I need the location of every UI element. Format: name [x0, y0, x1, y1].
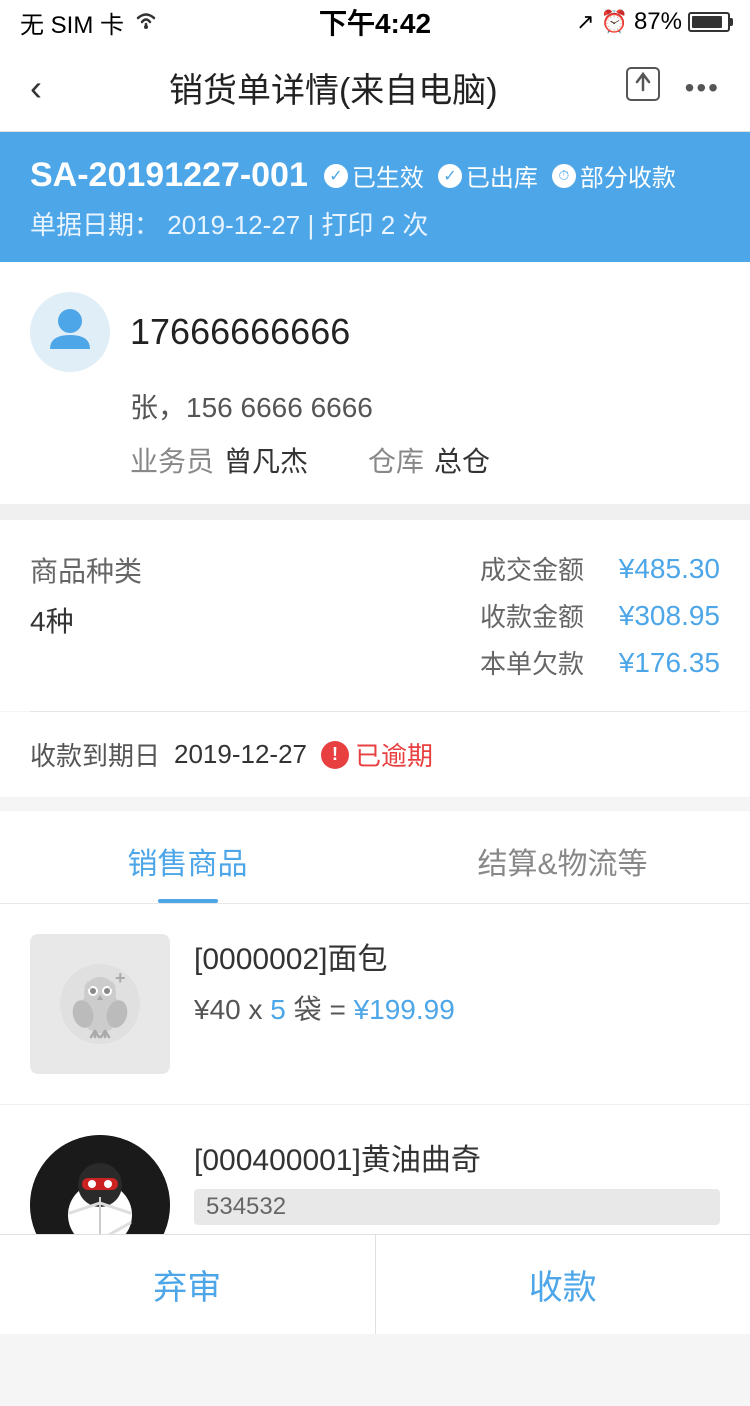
thumb-placeholder-1: + [30, 934, 170, 1074]
order-date-row: 单据日期： 2019-12-27 | 打印 2 次 [30, 205, 720, 242]
product-name-1: [0000002]面包 [194, 934, 720, 978]
customer-section: 17666666666 张，156 6666 6666 业务员 曾凡杰 仓库 总… [0, 262, 750, 504]
wifi-icon [132, 8, 160, 37]
collected-row: 收款金额 ¥308.95 [480, 597, 720, 634]
print-suffix: 次 [402, 210, 428, 240]
owed-value: ¥176.35 [600, 647, 720, 679]
badge-active: ✓ 已生效 [324, 158, 424, 193]
status-bar: 无 SIM 卡 下午4:42 ↗ ⏰ 87% [0, 0, 750, 44]
more-icon[interactable]: ••• [685, 72, 720, 104]
badge-shipped-label: 已出库 [466, 158, 538, 193]
customer-row: 17666666666 [30, 292, 720, 372]
badge-active-label: 已生效 [352, 158, 424, 193]
product-item: + [0000002]面包 ¥40 x 5 袋 = ¥199.99 [0, 904, 750, 1105]
due-section: 收款到期日 2019-12-27 ! 已逾期 [0, 712, 750, 797]
tab-settlement[interactable]: 结算&物流等 [375, 811, 750, 903]
order-date: 2019-12-27 [167, 210, 300, 240]
carrier-text: 无 SIM 卡 [20, 5, 124, 40]
warehouse-label: 仓库 [368, 440, 424, 480]
customer-info-row: 张，156 6666 6666 [30, 386, 720, 426]
alarm-icon: ⏰ [601, 9, 628, 35]
overdue-icon: ! [321, 741, 349, 769]
divider-1 [0, 504, 750, 520]
print-label: | 打印 [307, 210, 373, 240]
avatar [30, 292, 110, 372]
badge-partial: ⏱ 部分收款 [552, 158, 676, 193]
tabs-container: 销售商品 结算&物流等 [0, 811, 750, 904]
due-date: 2019-12-27 [174, 739, 307, 770]
customer-name: 17666666666 [130, 311, 350, 353]
check-icon-2: ✓ [438, 164, 462, 188]
share-icon[interactable] [625, 66, 661, 110]
due-label: 收款到期日 [30, 736, 160, 773]
summary-right: 成交金额 ¥485.30 收款金额 ¥308.95 本单欠款 ¥176.35 [480, 550, 720, 681]
product-name-2: [000400001]黄油曲奇 [194, 1135, 720, 1179]
summary-section: 商品种类 4种 成交金额 ¥485.30 收款金额 ¥308.95 本单欠款 ¥… [0, 520, 750, 711]
status-time: 下午4:42 [319, 2, 431, 42]
staff-label: 业务员 [130, 440, 214, 480]
badge-partial-label: 部分收款 [580, 158, 676, 193]
transaction-row: 成交金额 ¥485.30 [480, 550, 720, 587]
nav-bar: ‹ 销货单详情(来自电脑) ••• [0, 44, 750, 132]
tab-settlement-label: 结算&物流等 [477, 848, 647, 881]
clock-icon: ⏱ [552, 164, 576, 188]
product-sku-tag: 534532 [194, 1189, 720, 1225]
product-info-1: [0000002]面包 ¥40 x 5 袋 = ¥199.99 [194, 934, 720, 1028]
svg-text:+: + [115, 968, 126, 988]
date-label: 单据日期： [30, 210, 160, 240]
print-count: 2 [381, 210, 395, 240]
product-types-label: 商品种类 [30, 550, 142, 590]
collected-label: 收款金额 [480, 597, 584, 634]
staff-name: 曾凡杰 [224, 440, 308, 480]
staff-item: 业务员 曾凡杰 [130, 440, 308, 480]
collect-label: 收款 [529, 1260, 597, 1309]
tab-products[interactable]: 销售商品 [0, 811, 375, 903]
collect-button[interactable]: 收款 [376, 1235, 750, 1334]
order-id: SA-20191227-001 [30, 156, 308, 195]
location-icon: ↗ [576, 9, 594, 35]
owed-row: 本单欠款 ¥176.35 [480, 644, 720, 681]
cancel-label: 弃审 [153, 1260, 221, 1309]
product-qty-1: 5 [270, 994, 286, 1025]
bottom-bar: 弃审 收款 [0, 1234, 750, 1334]
tab-products-label: 销售商品 [128, 848, 248, 881]
overdue-badge: ! 已逾期 [321, 736, 433, 773]
owed-label: 本单欠款 [480, 644, 584, 681]
status-right: ↗ ⏰ 87% [576, 8, 730, 36]
transaction-label: 成交金额 [480, 550, 584, 587]
overdue-text: 已逾期 [355, 736, 433, 773]
order-header-banner: SA-20191227-001 ✓ 已生效 ✓ 已出库 ⏱ 部分收款 单据日期：… [0, 132, 750, 262]
order-id-row: SA-20191227-001 ✓ 已生效 ✓ 已出库 ⏱ 部分收款 [30, 156, 720, 195]
product-multiply-1: x [249, 994, 271, 1025]
transaction-value: ¥485.30 [600, 553, 720, 585]
customer-contact: 张，156 6666 6666 [130, 386, 373, 426]
product-equals-1: = [329, 994, 353, 1025]
cancel-button[interactable]: 弃审 [0, 1235, 376, 1334]
collected-value: ¥308.95 [600, 600, 720, 632]
back-button[interactable]: ‹ [30, 67, 42, 109]
nav-actions: ••• [625, 66, 720, 110]
check-icon-1: ✓ [324, 164, 348, 188]
status-left: 无 SIM 卡 [20, 5, 160, 40]
warehouse-name: 总仓 [434, 440, 490, 480]
product-types-value: 4种 [30, 600, 142, 640]
page-title: 销货单详情(来自电脑) [169, 63, 498, 112]
product-thumb-1: + [30, 934, 170, 1074]
summary-left: 商品种类 4种 [30, 550, 142, 640]
product-total-1: ¥199.99 [354, 994, 455, 1025]
status-badges: ✓ 已生效 ✓ 已出库 ⏱ 部分收款 [324, 158, 676, 193]
product-price-row-1: ¥40 x 5 袋 = ¥199.99 [194, 988, 720, 1028]
battery-percent: 87% [634, 8, 682, 36]
avatar-icon [45, 301, 95, 363]
staff-row: 业务员 曾凡杰 仓库 总仓 [30, 440, 720, 480]
warehouse-item: 仓库 总仓 [368, 440, 490, 480]
badge-shipped: ✓ 已出库 [438, 158, 538, 193]
battery-indicator [688, 12, 730, 32]
product-unit-1: 袋 [294, 994, 322, 1025]
product-price-1: ¥40 [194, 994, 241, 1025]
